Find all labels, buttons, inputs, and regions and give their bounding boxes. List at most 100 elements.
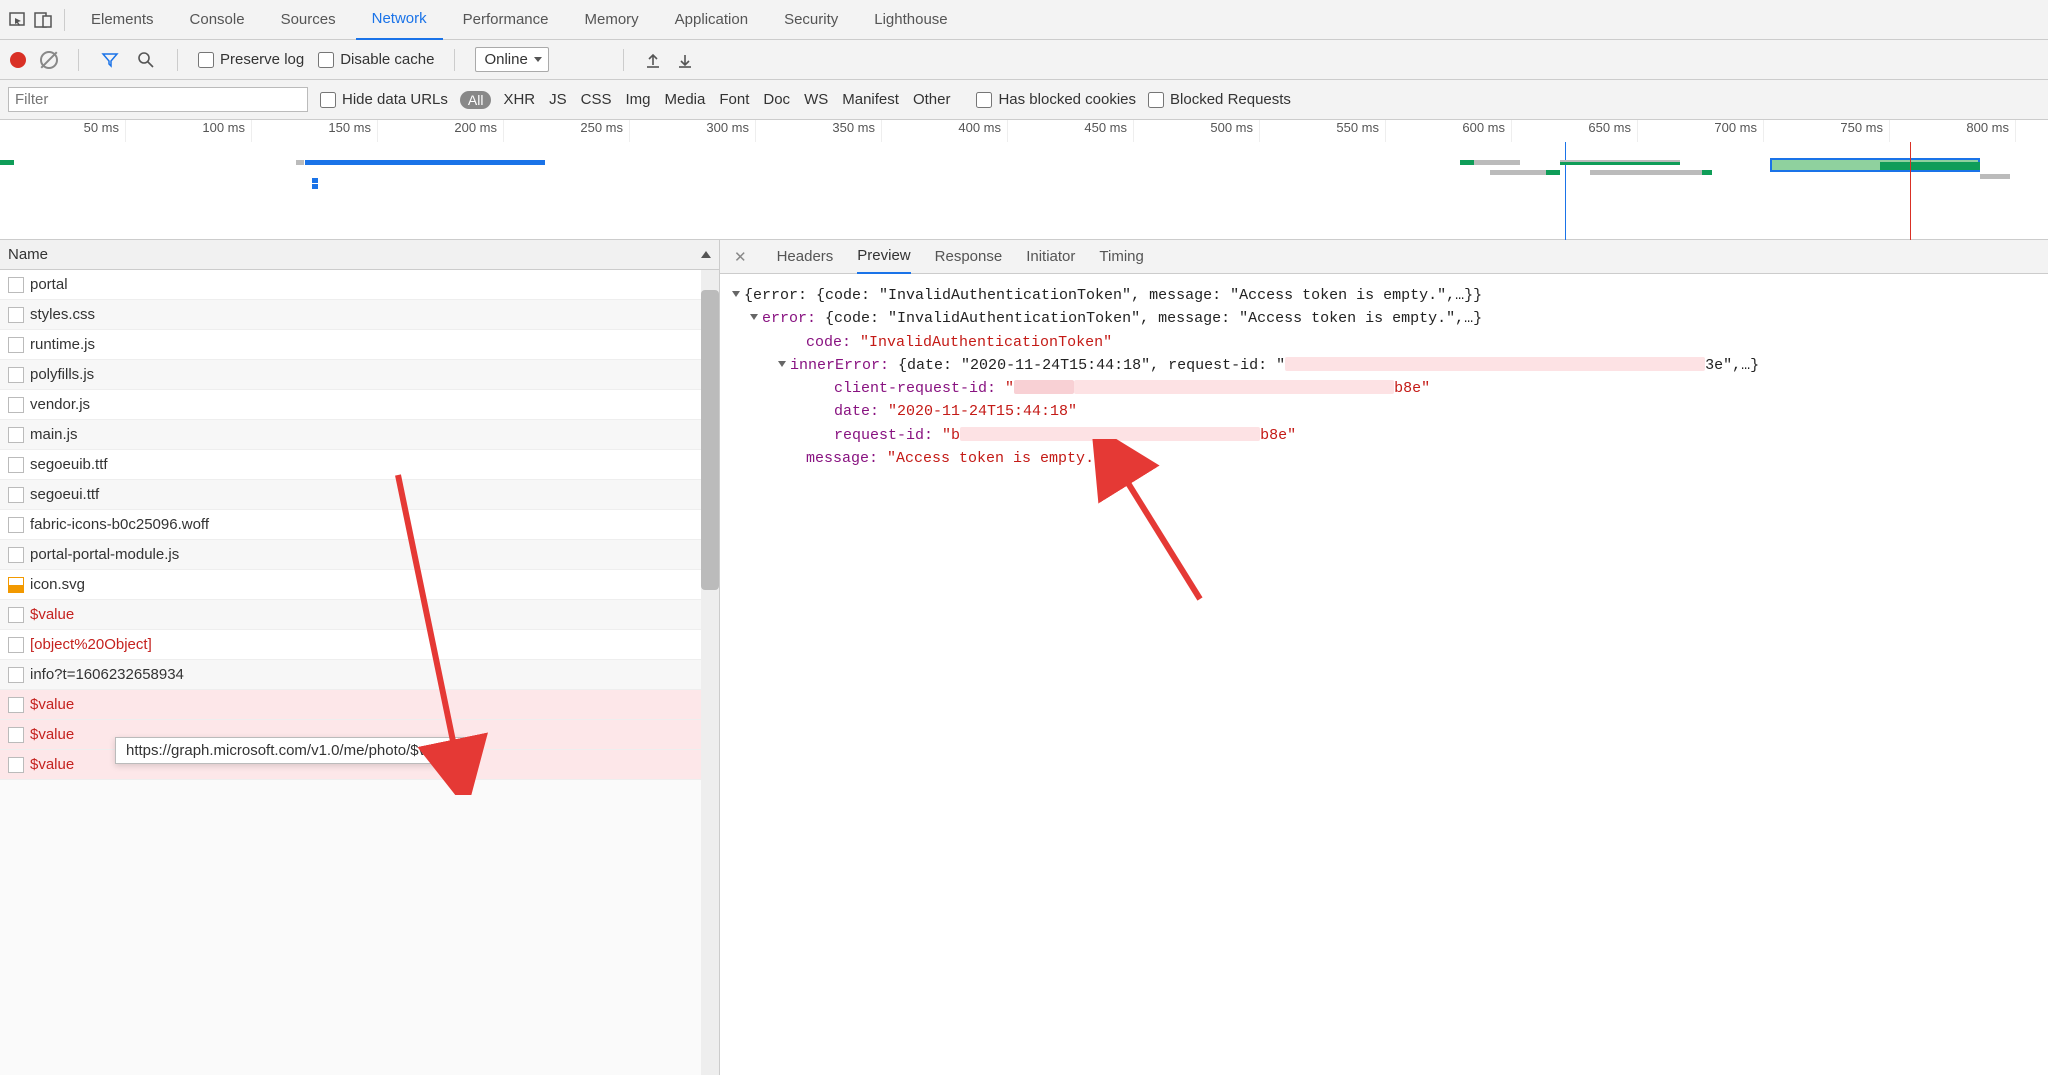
network-timeline[interactable]: 50 ms100 ms150 ms200 ms250 ms300 ms350 m… (0, 120, 2048, 240)
filter-bar: Hide data URLs All XHR JS CSS Img Media Font D… (0, 80, 2048, 120)
filter-type-other[interactable]: Other (913, 91, 951, 108)
throttling-select[interactable]: Online (475, 47, 548, 72)
network-toolbar: Preserve log Disable cache Online (0, 40, 2048, 80)
filter-input[interactable] (8, 87, 308, 112)
sort-ascending-icon (701, 251, 711, 258)
tab-timing[interactable]: Timing (1099, 240, 1143, 274)
request-name: portal-portal-module.js (30, 546, 179, 563)
detail-tabs: ✕ Headers Preview Response Initiator Tim… (720, 240, 2048, 274)
download-har-icon[interactable] (676, 51, 694, 69)
request-row[interactable]: portal (0, 270, 701, 300)
tab-lighthouse[interactable]: Lighthouse (858, 0, 963, 40)
timeline-tick: 750 ms (1764, 120, 1890, 142)
blocked-requests-checkbox[interactable]: Blocked Requests (1148, 91, 1291, 108)
request-name: $value (30, 756, 74, 773)
tab-security[interactable]: Security (768, 0, 854, 40)
request-row[interactable]: fabric-icons-b0c25096.woff (0, 510, 701, 540)
request-name: $value (30, 606, 74, 623)
timeline-tick: 450 ms (1008, 120, 1134, 142)
tab-preview[interactable]: Preview (857, 240, 910, 274)
filter-toggle-icon[interactable] (99, 49, 121, 71)
upload-har-icon[interactable] (644, 51, 662, 69)
request-row[interactable]: [object%20Object] (0, 630, 701, 660)
tab-headers[interactable]: Headers (777, 240, 834, 274)
filter-type-ws[interactable]: WS (804, 91, 828, 108)
timeline-tick: 250 ms (504, 120, 630, 142)
request-row[interactable]: polyfills.js (0, 360, 701, 390)
timeline-tick: 400 ms (882, 120, 1008, 142)
request-name: vendor.js (30, 396, 90, 413)
close-detail-button[interactable]: ✕ (728, 248, 753, 266)
timeline-tick: 50 ms (0, 120, 126, 142)
response-preview[interactable]: {error: {code: "InvalidAuthenticationTok… (720, 274, 2048, 1075)
request-name: portal (30, 276, 68, 293)
timeline-tick: 300 ms (630, 120, 756, 142)
chevron-down-icon (534, 57, 542, 62)
tab-application[interactable]: Application (659, 0, 764, 40)
device-toggle-icon[interactable] (32, 9, 54, 31)
tab-memory[interactable]: Memory (569, 0, 655, 40)
request-list-panel: Name portal styles.cssruntime.jspolyfills… (0, 240, 720, 1075)
tab-performance[interactable]: Performance (447, 0, 565, 40)
filter-type-js[interactable]: JS (549, 91, 567, 108)
request-row[interactable]: $value (0, 600, 701, 630)
request-row[interactable]: icon.svg (0, 570, 701, 600)
divider (454, 49, 455, 71)
search-icon[interactable] (135, 49, 157, 71)
divider (623, 49, 624, 71)
filter-all[interactable]: All (460, 91, 492, 109)
request-row[interactable]: info?t=1606232658934 (0, 660, 701, 690)
filter-type-media[interactable]: Media (665, 91, 706, 108)
filter-type-doc[interactable]: Doc (763, 91, 790, 108)
timeline-tick: 200 ms (378, 120, 504, 142)
url-tooltip: https://graph.microsoft.com/v1.0/me/phot… (115, 737, 466, 764)
timeline-tick: 350 ms (756, 120, 882, 142)
file-icon (8, 607, 24, 623)
filter-type-manifest[interactable]: Manifest (842, 91, 899, 108)
request-list[interactable]: portal styles.cssruntime.jspolyfills.js ve… (0, 270, 701, 1075)
filter-type-xhr[interactable]: XHR (503, 91, 535, 108)
request-row[interactable]: main.js (0, 420, 701, 450)
inspect-icon[interactable] (6, 9, 28, 31)
tab-initiator[interactable]: Initiator (1026, 240, 1075, 274)
tab-response[interactable]: Response (935, 240, 1003, 274)
timeline-tick: 150 ms (252, 120, 378, 142)
preserve-log-checkbox[interactable]: Preserve log (198, 51, 304, 68)
file-icon (8, 517, 24, 533)
request-row[interactable]: runtime.js (0, 330, 701, 360)
request-name: segoeui.ttf (30, 486, 99, 503)
divider (78, 49, 79, 71)
timeline-tick: 650 ms (1512, 120, 1638, 142)
disable-cache-checkbox[interactable]: Disable cache (318, 51, 434, 68)
tab-sources[interactable]: Sources (265, 0, 352, 40)
request-row[interactable]: styles.css (0, 300, 701, 330)
tab-console[interactable]: Console (174, 0, 261, 40)
request-row[interactable]: $value (0, 690, 701, 720)
request-row[interactable]: vendor.js (0, 390, 701, 420)
record-button[interactable] (10, 52, 26, 68)
request-name: segoeuib.ttf (30, 456, 108, 473)
file-icon (8, 727, 24, 743)
request-name: icon.svg (30, 576, 85, 593)
tab-network[interactable]: Network (356, 0, 443, 40)
request-name: info?t=1606232658934 (30, 666, 184, 683)
timeline-tick: 700 ms (1638, 120, 1764, 142)
filter-type-img[interactable]: Img (625, 91, 650, 108)
timeline-tick: 500 ms (1134, 120, 1260, 142)
file-icon (8, 277, 24, 293)
file-icon (8, 367, 24, 383)
request-row[interactable]: segoeuib.ttf (0, 450, 701, 480)
request-row[interactable]: segoeui.ttf (0, 480, 701, 510)
request-row[interactable]: portal-portal-module.js (0, 540, 701, 570)
file-icon (8, 637, 24, 653)
filter-type-font[interactable]: Font (719, 91, 749, 108)
request-list-header[interactable]: Name (0, 240, 719, 270)
hide-data-urls-checkbox[interactable]: Hide data URLs (320, 91, 448, 108)
request-name: [object%20Object] (30, 636, 152, 653)
request-name: $value (30, 696, 74, 713)
has-blocked-cookies-checkbox[interactable]: Has blocked cookies (976, 91, 1136, 108)
clear-button[interactable] (40, 51, 58, 69)
filter-type-css[interactable]: CSS (581, 91, 612, 108)
scrollbar[interactable] (701, 270, 719, 1075)
tab-elements[interactable]: Elements (75, 0, 170, 40)
